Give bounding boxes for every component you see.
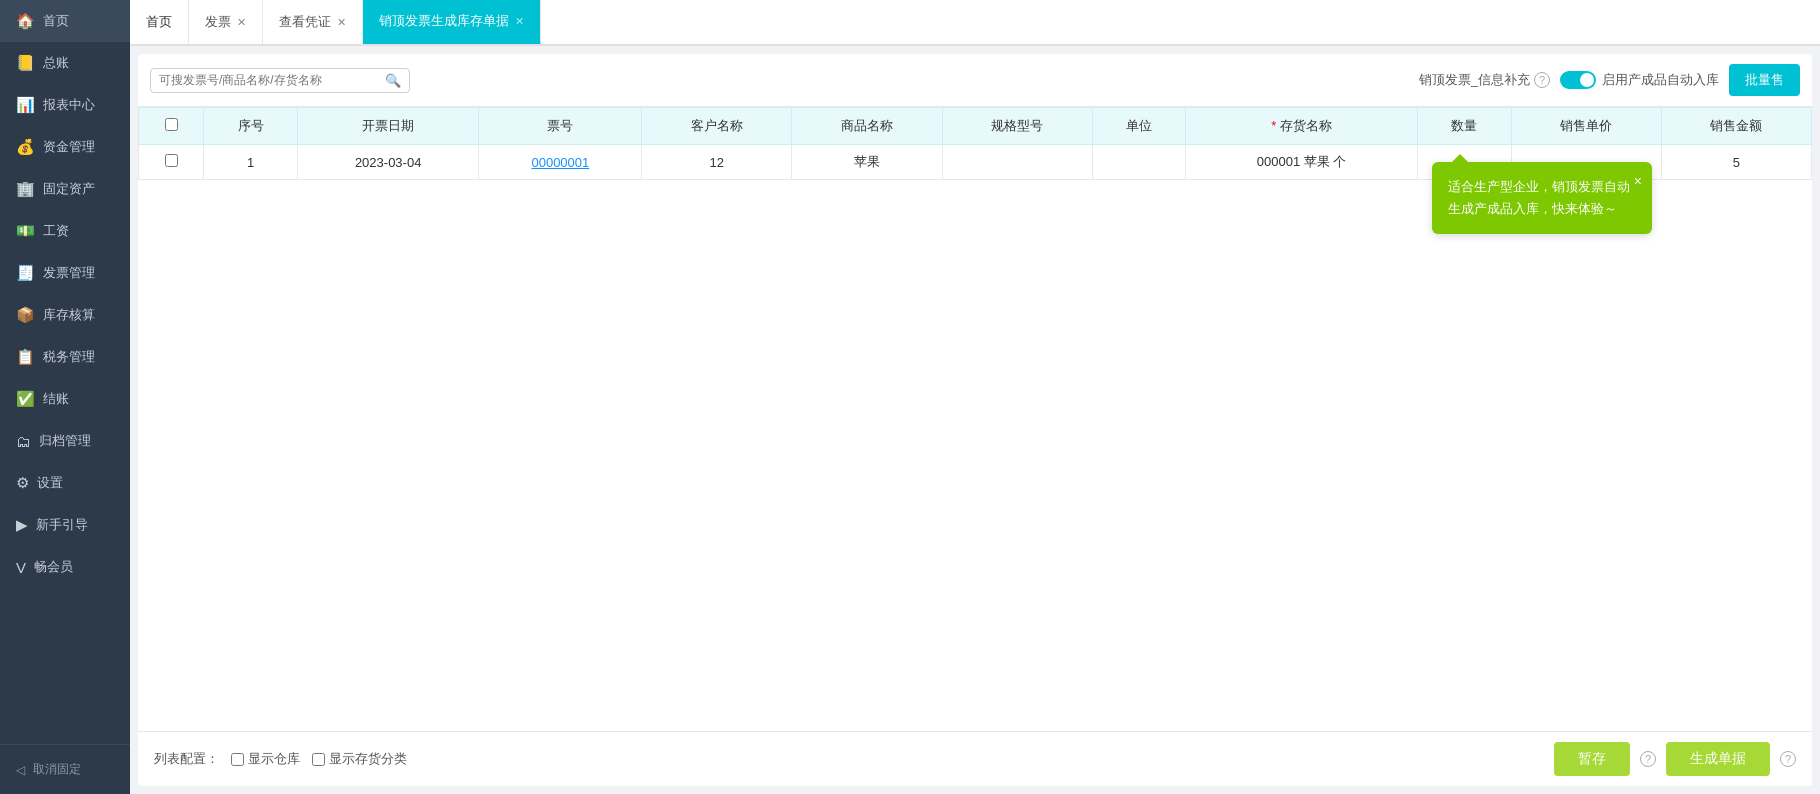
select-all-checkbox[interactable] (165, 118, 178, 131)
save-button[interactable]: 暂存 (1554, 742, 1630, 776)
show-category-checkbox[interactable] (312, 753, 325, 766)
th-customer: 客户名称 (642, 108, 792, 145)
main-area: 首页 发票 ✕ 查看凭证 ✕ 销顶发票生成库存单据 ✕ 🔍 销顶发票_信息补充 … (130, 0, 1820, 794)
footer-buttons: 暂存 ? 生成单据 ? (1554, 742, 1796, 776)
th-seq: 序号 (204, 108, 298, 145)
batch-button[interactable]: 批量售 (1729, 64, 1800, 96)
row-checkbox-1[interactable] (165, 154, 178, 167)
th-unit: 单位 (1092, 108, 1186, 145)
th-ticket-no: 票号 (479, 108, 642, 145)
building-icon: 🏢 (16, 180, 35, 198)
table-header-row: 序号 开票日期 票号 客户名称 商品名称 规格型号 单位 * 存货名称 数量 销… (139, 108, 1812, 145)
footer: 列表配置： 显示仓库 显示存货分类 暂存 ? 生成单据 ? (138, 731, 1812, 786)
tab-stock-document[interactable]: 销顶发票生成库存单据 ✕ (363, 0, 541, 44)
sidebar-bottom: ◁ 取消固定 (0, 744, 130, 794)
unpin-icon: ◁ (16, 763, 25, 777)
content-area: 🔍 销顶发票_信息补充 ? 启用产成品自动入库 批量售 序号 开票日期 (138, 54, 1812, 786)
sidebar-item-checkout[interactable]: ✅ 结账 (0, 378, 130, 420)
sidebar-item-invoice[interactable]: 🧾 发票管理 (0, 252, 130, 294)
list-config: 列表配置： 显示仓库 显示存货分类 (154, 750, 1538, 768)
auto-warehouse-toggle[interactable] (1560, 71, 1596, 89)
sidebar-item-capital[interactable]: 💰 资金管理 (0, 126, 130, 168)
sidebar-item-fixed-assets[interactable]: 🏢 固定资产 (0, 168, 130, 210)
th-checkbox (139, 108, 204, 145)
sidebar-item-reports[interactable]: 📊 报表中心 (0, 84, 130, 126)
inventory-icon: 📦 (16, 306, 35, 324)
tab-invoice-close[interactable]: ✕ (237, 16, 246, 29)
settings-icon: ⚙ (16, 474, 29, 492)
th-date: 开票日期 (297, 108, 479, 145)
tooltip-box: | × 适合生产型企业，销顶发票自动生成产成品入库，快来体验～ (1432, 162, 1652, 234)
th-qty: 数量 (1418, 108, 1512, 145)
ticket-no-link[interactable]: 00000001 (531, 155, 589, 170)
toolbar: 🔍 销顶发票_信息补充 ? 启用产成品自动入库 批量售 (138, 54, 1812, 107)
search-box[interactable]: 🔍 (150, 68, 410, 93)
invoice-icon: 🧾 (16, 264, 35, 282)
guide-icon: ▶ (16, 516, 28, 534)
search-icon: 🔍 (385, 73, 401, 88)
capital-icon: 💰 (16, 138, 35, 156)
search-input[interactable] (159, 73, 379, 87)
td-spec (942, 145, 1092, 180)
th-amount: 销售金额 (1661, 108, 1811, 145)
sidebar: 🏠 首页 📒 总账 📊 报表中心 💰 资金管理 🏢 固定资产 💵 工资 🧾 发票… (0, 0, 130, 794)
sidebar-item-member[interactable]: V 畅会员 (0, 546, 130, 588)
sidebar-item-archive[interactable]: 🗂 归档管理 (0, 420, 130, 462)
th-product: 商品名称 (792, 108, 942, 145)
tab-home[interactable]: 首页 (130, 0, 189, 44)
th-unit-price: 销售单价 (1511, 108, 1661, 145)
th-spec: 规格型号 (942, 108, 1092, 145)
tab-voucher[interactable]: 查看凭证 ✕ (263, 0, 363, 44)
td-seq: 1 (204, 145, 298, 180)
sidebar-item-payroll[interactable]: 💵 工资 (0, 210, 130, 252)
info-label: 销顶发票_信息补充 ? (1419, 71, 1550, 89)
show-warehouse-label[interactable]: 显示仓库 (231, 750, 300, 768)
td-date: 2023-03-04 (297, 145, 479, 180)
generate-button[interactable]: 生成单据 (1666, 742, 1770, 776)
sidebar-item-general-ledger[interactable]: 📒 总账 (0, 42, 130, 84)
td-product: 苹果 (792, 145, 942, 180)
td-unit (1092, 145, 1186, 180)
sidebar-item-settings[interactable]: ⚙ 设置 (0, 462, 130, 504)
td-customer: 12 (642, 145, 792, 180)
th-inventory: * 存货名称 (1186, 108, 1418, 145)
save-help-icon[interactable]: ? (1640, 751, 1656, 767)
tab-bar: 首页 发票 ✕ 查看凭证 ✕ 销顶发票生成库存单据 ✕ (130, 0, 1820, 46)
sidebar-item-guide[interactable]: ▶ 新手引导 (0, 504, 130, 546)
td-ticket-no[interactable]: 00000001 (479, 145, 642, 180)
tab-stock-document-close[interactable]: ✕ (515, 15, 524, 28)
sidebar-item-tax[interactable]: 📋 税务管理 (0, 336, 130, 378)
info-help-icon[interactable]: ? (1534, 72, 1550, 88)
tab-voucher-close[interactable]: ✕ (337, 16, 346, 29)
report-icon: 📊 (16, 96, 35, 114)
generate-help-icon[interactable]: ? (1780, 751, 1796, 767)
tooltip-cursor: | (1426, 176, 1430, 203)
sidebar-item-home[interactable]: 🏠 首页 (0, 0, 130, 42)
td-checkbox (139, 145, 204, 180)
ledger-icon: 📒 (16, 54, 35, 72)
payroll-icon: 💵 (16, 222, 35, 240)
td-inventory[interactable]: 000001 苹果 个 (1186, 145, 1418, 180)
tab-invoice[interactable]: 发票 ✕ (189, 0, 263, 44)
archive-icon: 🗂 (16, 433, 31, 450)
show-category-label[interactable]: 显示存货分类 (312, 750, 407, 768)
member-icon: V (16, 559, 26, 576)
unpin-button[interactable]: ◁ 取消固定 (0, 753, 130, 786)
home-icon: 🏠 (16, 12, 35, 30)
checkout-icon: ✅ (16, 390, 35, 408)
toggle-label: 启用产成品自动入库 (1560, 71, 1719, 89)
td-amount: 5 (1661, 145, 1811, 180)
tooltip-close-button[interactable]: × (1634, 170, 1642, 194)
tax-icon: 📋 (16, 348, 35, 366)
show-warehouse-checkbox[interactable] (231, 753, 244, 766)
sidebar-item-inventory[interactable]: 📦 库存核算 (0, 294, 130, 336)
